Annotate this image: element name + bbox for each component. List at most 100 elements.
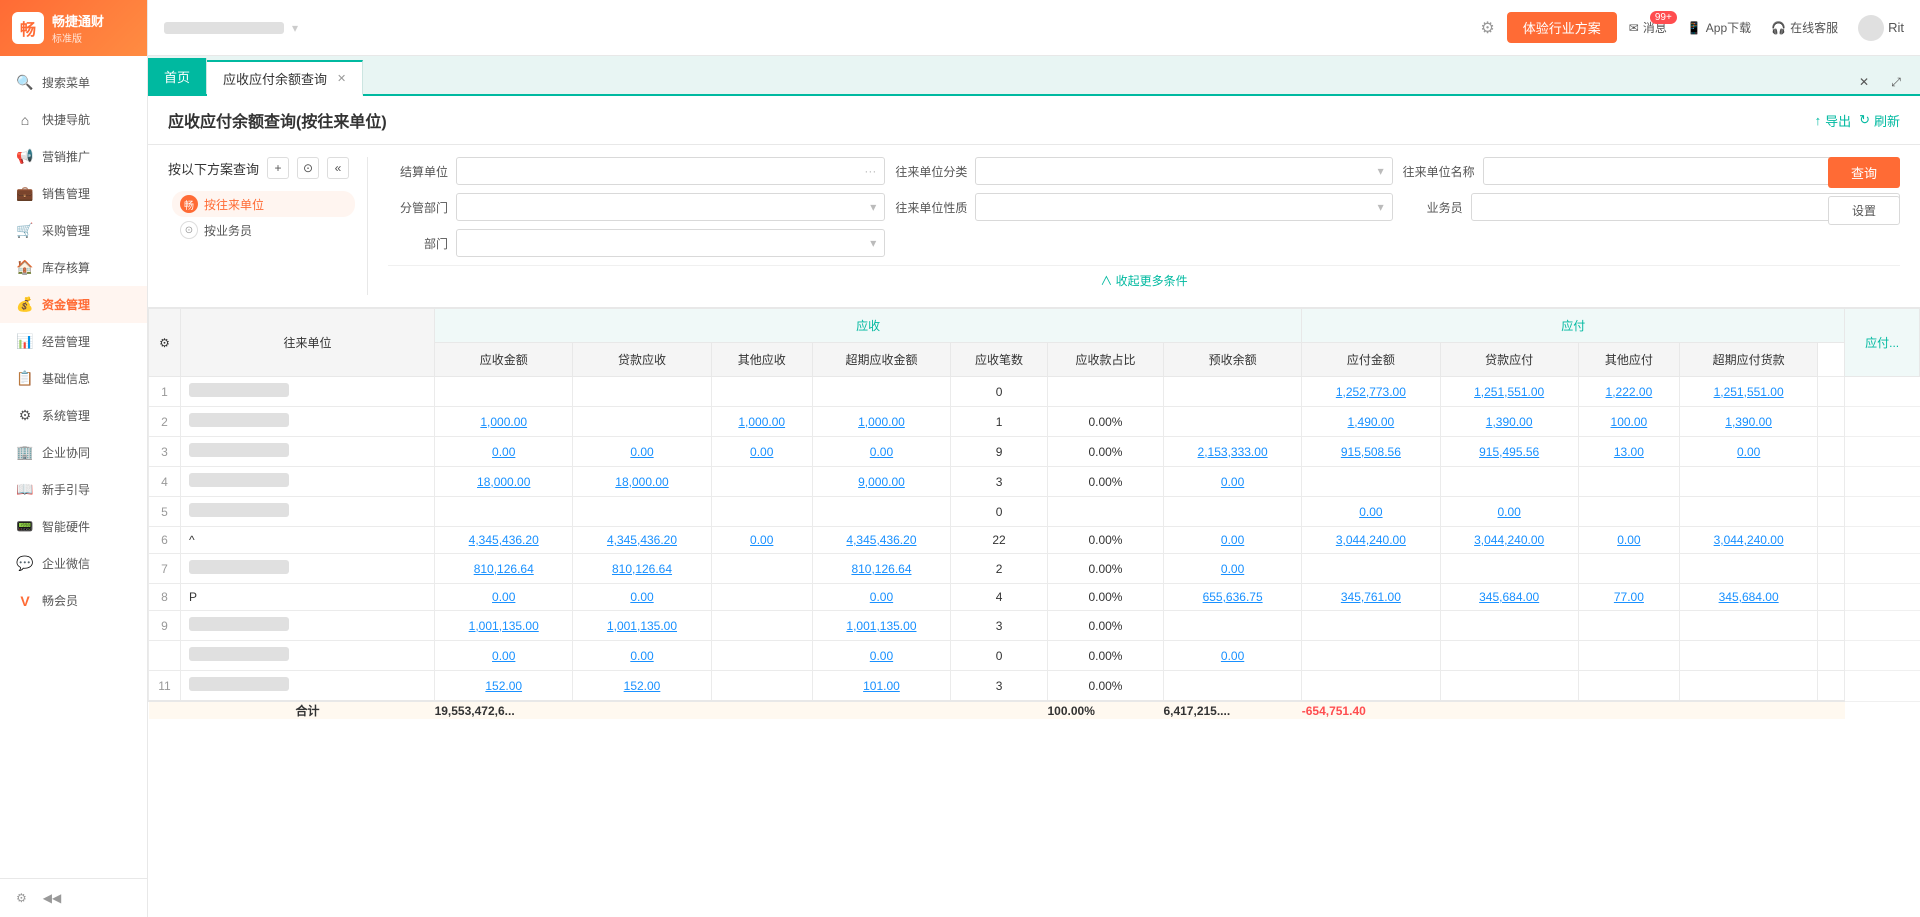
partner-nature-select[interactable]: ▾ [975, 193, 1392, 221]
page-actions: ↑ 导出 ↻ 刷新 [1815, 111, 1900, 130]
sidebar-item-quick[interactable]: ⌂ 快捷导航 [0, 101, 147, 138]
partner-nature-label: 往来单位性质 [895, 199, 967, 216]
footer-payable-amount: -654,751.40 [1302, 701, 1440, 719]
sidebar-label-wechat: 企业微信 [42, 555, 90, 572]
scheme-partner-label: 按往来单位 [204, 196, 264, 213]
settings-filter-btn[interactable]: ⊙ [297, 157, 319, 179]
add-filter-btn[interactable]: + [267, 157, 289, 179]
sidebar-item-system[interactable]: ⚙ 系统管理 [0, 397, 147, 434]
sidebar-label-member: 畅会员 [42, 592, 78, 609]
filter-partner-name: 往来单位名称 [1403, 157, 1900, 185]
sidebar-label-quick: 快捷导航 [42, 111, 90, 128]
search-icon: 🔍 [16, 74, 34, 91]
col-payable-amount: 应付金额 [1302, 343, 1440, 377]
app-download-button[interactable]: 📱 App下载 [1687, 19, 1751, 36]
system-icon: ⚙ [16, 407, 34, 424]
chevron-up-icon: ∧ [1100, 274, 1112, 288]
sidebar-item-hardware[interactable]: 📟 智能硬件 [0, 508, 147, 545]
table-row: 6^4,345,436.204,345,436.200.004,345,436.… [149, 527, 1920, 554]
gear-icon[interactable]: ⚙ [1480, 18, 1494, 38]
collapse-sidebar-icon[interactable]: ◀◀ [43, 891, 61, 905]
collapse-filter-btn[interactable]: « [327, 157, 349, 179]
sidebar-label-finance: 资金管理 [42, 296, 90, 313]
user-avatar [1858, 15, 1884, 41]
sidebar-item-basic[interactable]: 📋 基础信息 [0, 360, 147, 397]
sidebar-label-system: 系统管理 [42, 407, 90, 424]
sidebar-label-search: 搜索菜单 [42, 74, 90, 91]
marketing-icon: 📢 [16, 148, 34, 165]
sidebar-item-search[interactable]: 🔍 搜索菜单 [0, 64, 147, 101]
sidebar-label-sales: 销售管理 [42, 185, 90, 202]
sidebar-label-corp: 企业协同 [42, 444, 90, 461]
col-other-receivable: 其他应收 [711, 343, 812, 377]
partner-category-select[interactable]: ▾ [975, 157, 1392, 185]
sidebar-item-corp[interactable]: 🏢 企业协同 [0, 434, 147, 471]
col-overdue-payable: 超期应付货款 [1679, 343, 1817, 377]
message-badge: 99+ [1650, 11, 1677, 24]
table-row: 101,252,773.001,251,551.001,222.001,251,… [149, 377, 1920, 407]
sidebar-label-hardware: 智能硬件 [42, 518, 90, 535]
filter-salesperson: 业务员 ··· [1403, 193, 1900, 221]
filter-partner-category: 往来单位分类 ▾ [895, 157, 1392, 185]
member-icon: V [16, 593, 34, 609]
finance-icon: 💰 [16, 296, 34, 313]
sidebar-menu: 🔍 搜索菜单 ⌂ 快捷导航 📢 营销推广 💼 销售管理 🛒 采购管理 🏠 库存核… [0, 56, 147, 878]
filter-area: 按以下方案查询 + ⊙ « 畅 按往来单位 ⊙ 按业务员 [148, 145, 1920, 308]
message-button[interactable]: ✉ 消息 99+ [1629, 19, 1667, 36]
salesperson-label: 业务员 [1403, 199, 1463, 216]
main-content: 应收应付余额查询(按往来单位) ↑ 导出 ↻ 刷新 按以下方案查询 + ⊙ « [148, 96, 1920, 917]
purchase-icon: 🛒 [16, 222, 34, 239]
col-settings[interactable]: ⚙ [149, 309, 181, 377]
table-row: 0.000.000.0000.00%0.00 [149, 641, 1920, 671]
close-window-icon[interactable]: ✕ [1852, 70, 1876, 94]
sidebar-item-finance[interactable]: 💰 资金管理 [0, 286, 147, 323]
sidebar-item-operation[interactable]: 📊 经营管理 [0, 323, 147, 360]
filter-dept: 部门 ▾ [388, 229, 885, 257]
table-area: ⚙ 往来单位 应收 应付 应付... 应收金额 贷款应收 其他应收 超期应收金额… [148, 308, 1920, 917]
industry-plan-button[interactable]: 体验行业方案 [1507, 12, 1617, 43]
tab-home[interactable]: 首页 [148, 58, 207, 94]
sidebar-item-wechat[interactable]: 💬 企业微信 [0, 545, 147, 582]
refresh-button[interactable]: ↻ 刷新 [1859, 111, 1900, 130]
sidebar-item-guide[interactable]: 📖 新手引导 [0, 471, 147, 508]
page-title: 应收应付余额查询(按往来单位) [168, 108, 387, 132]
table-row: 30.000.000.000.0090.00%2,153,333.00915,5… [149, 437, 1920, 467]
sidebar-item-purchase[interactable]: 🛒 采购管理 [0, 212, 147, 249]
inventory-icon: 🏠 [16, 259, 34, 276]
guide-icon: 📖 [16, 481, 34, 498]
dept-select[interactable]: ▾ [456, 229, 885, 257]
sidebar-item-inventory[interactable]: 🏠 库存核算 [0, 249, 147, 286]
scheme-partner[interactable]: 畅 按往来单位 [172, 191, 355, 217]
sidebar-item-member[interactable]: V 畅会员 [0, 582, 147, 619]
expand-window-icon[interactable]: ⤢ [1884, 70, 1908, 94]
footer-label: 合计 [181, 701, 435, 719]
query-button[interactable]: 查询 [1828, 157, 1900, 188]
export-button[interactable]: ↑ 导出 [1815, 111, 1852, 130]
basic-icon: 📋 [16, 370, 34, 387]
col-partner: 往来单位 [181, 309, 435, 377]
sidebar-logo: 畅 畅捷通财 标准版 [0, 0, 147, 56]
table-row: 91,001,135.001,001,135.001,001,135.0030.… [149, 611, 1920, 641]
tab-close-icon[interactable]: ✕ [337, 72, 346, 85]
data-table: ⚙ 往来单位 应收 应付 应付... 应收金额 贷款应收 其他应收 超期应收金额… [148, 308, 1920, 719]
user-profile[interactable]: Rit [1858, 15, 1904, 41]
sidebar-label-purchase: 采购管理 [42, 222, 90, 239]
dept-manager-select[interactable]: ▾ [456, 193, 885, 221]
sidebar-item-marketing[interactable]: 📢 营销推广 [0, 138, 147, 175]
tab-balance[interactable]: 应收应付余额查询 ✕ [207, 60, 363, 96]
filter-partner-nature: 往来单位性质 ▾ [895, 193, 1392, 221]
footer-receivable-ratio: 100.00% [1048, 701, 1164, 719]
logo-name: 畅捷通财 [52, 11, 104, 30]
settings-bottom-icon[interactable]: ⚙ [16, 891, 27, 905]
setting-button[interactable]: 设置 [1828, 196, 1900, 225]
settlement-unit-input[interactable]: ··· [456, 157, 885, 185]
table-row: 21,000.001,000.001,000.0010.00%1,490.001… [149, 407, 1920, 437]
breadcrumb-text [164, 22, 284, 34]
scheme-salesperson[interactable]: ⊙ 按业务员 [172, 217, 355, 243]
service-button[interactable]: 🎧 在线客服 [1771, 19, 1838, 36]
table-row: 500.000.00 [149, 497, 1920, 527]
collapse-more-btn[interactable]: ∧ 收起更多条件 [388, 265, 1900, 295]
col-receivable-ratio: 应收款占比 [1048, 343, 1164, 377]
sidebar-item-sales[interactable]: 💼 销售管理 [0, 175, 147, 212]
filter-settlement-unit: 结算单位 ··· [388, 157, 885, 185]
